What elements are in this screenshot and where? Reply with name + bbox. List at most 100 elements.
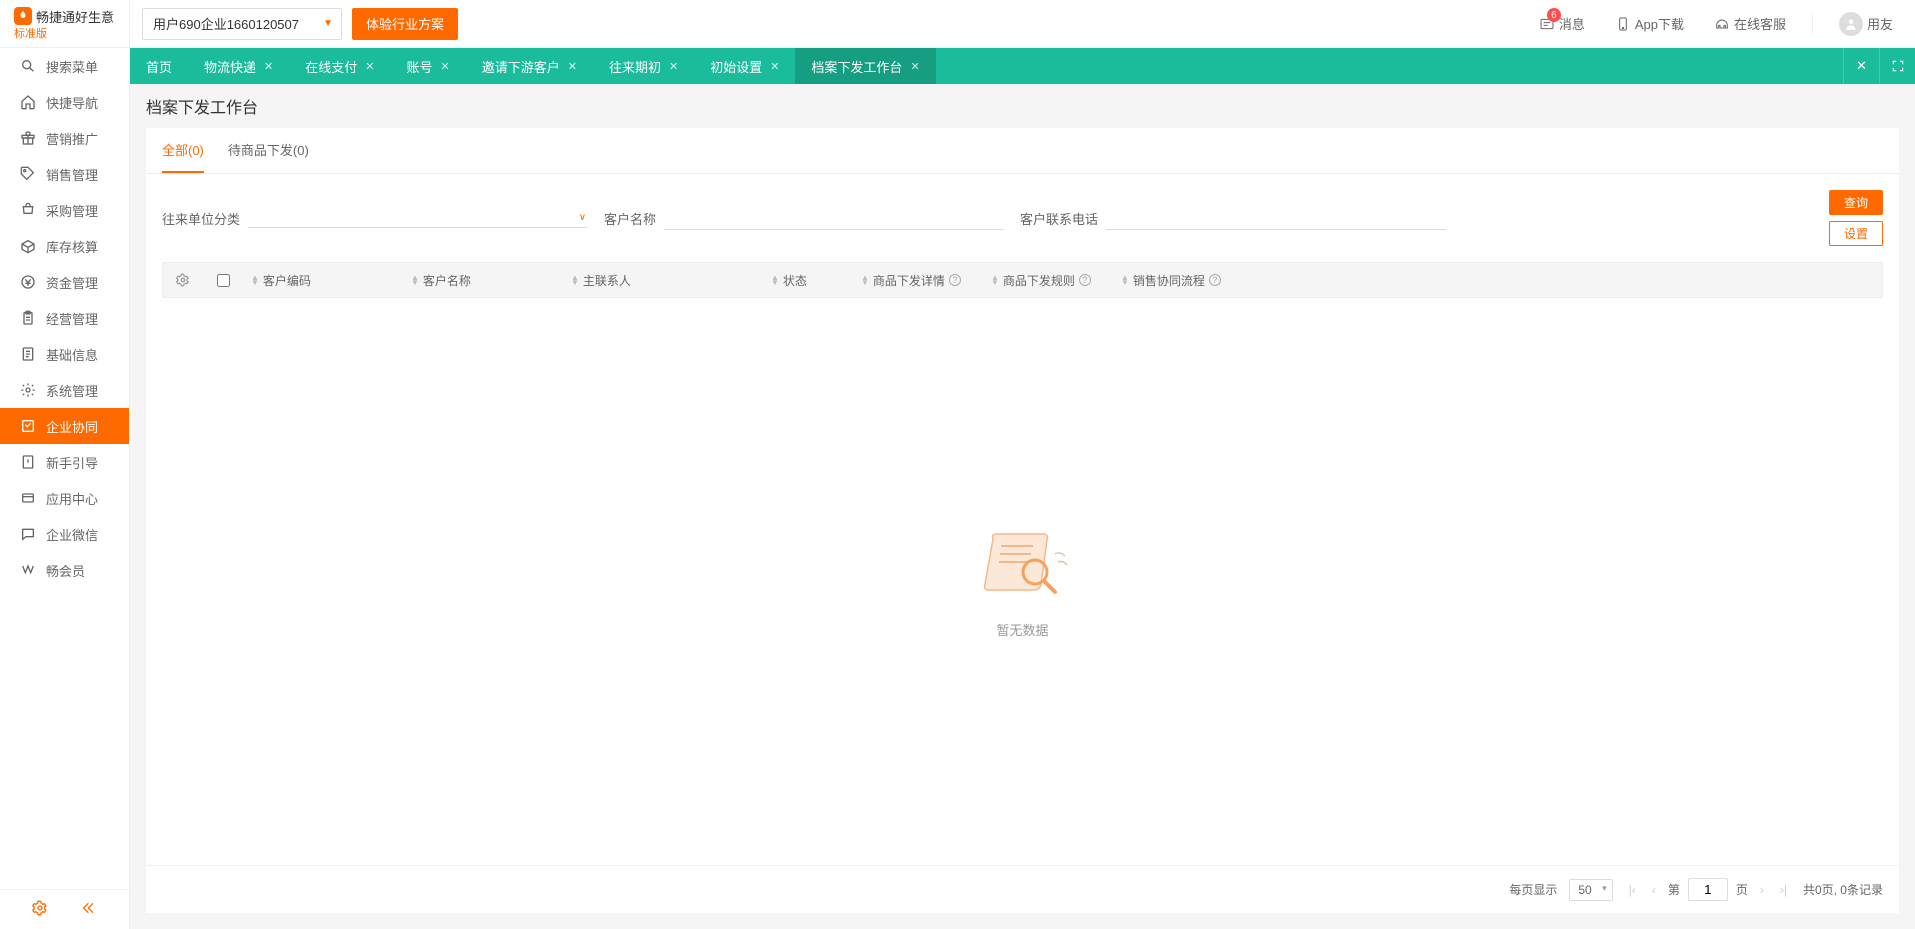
- guide-icon: [20, 454, 36, 470]
- prev-page-button[interactable]: ‹: [1648, 881, 1660, 899]
- sort-icon: ▲▼: [251, 275, 259, 285]
- gear-icon: [20, 382, 36, 398]
- sidebar-item-9[interactable]: 系统管理: [0, 372, 129, 408]
- tab-4[interactable]: 邀请下游客户✕: [466, 48, 593, 84]
- tab-6[interactable]: 初始设置✕: [694, 48, 795, 84]
- column-header-0[interactable]: ▲▼客户编码: [243, 272, 403, 289]
- per-page-select[interactable]: 50: [1569, 879, 1612, 901]
- sidebar-item-11[interactable]: 新手引导: [0, 444, 129, 480]
- page-input[interactable]: [1688, 878, 1728, 901]
- close-icon[interactable]: ✕: [910, 60, 919, 73]
- select-all-checkbox[interactable]: [203, 274, 243, 287]
- close-icon[interactable]: ✕: [568, 60, 577, 73]
- sort-icon: ▲▼: [571, 275, 579, 285]
- category-select[interactable]: ∨: [248, 208, 588, 228]
- sidebar-item-label: 销售管理: [46, 165, 98, 184]
- close-icon[interactable]: ✕: [264, 60, 273, 73]
- sidebar-item-13[interactable]: 企业微信: [0, 516, 129, 552]
- page-title-bar: 档案下发工作台: [130, 84, 1915, 128]
- tab-1[interactable]: 物流快递✕: [188, 48, 289, 84]
- category-field: 往来单位分类 ∨: [162, 208, 588, 228]
- sidebar-item-1[interactable]: 快捷导航: [0, 84, 129, 120]
- sidebar-item-14[interactable]: 畅会员: [0, 552, 129, 588]
- logo-text: 畅捷通好生意: [36, 7, 114, 26]
- sidebar-item-10[interactable]: 企业协同: [0, 408, 129, 444]
- content: 全部(0) 待商品下发(0) 往来单位分类 ∨ 客户名称 客户联系电话: [130, 128, 1915, 929]
- sidebar-item-label: 资金管理: [46, 273, 98, 292]
- column-header-5[interactable]: ▲▼商品下发规则?: [983, 272, 1113, 289]
- close-icon[interactable]: ✕: [669, 60, 678, 73]
- help-icon[interactable]: ?: [1209, 274, 1221, 286]
- tab-3[interactable]: 账号✕: [390, 48, 465, 84]
- first-page-button[interactable]: |‹: [1625, 881, 1640, 899]
- sidebar-item-3[interactable]: 销售管理: [0, 156, 129, 192]
- box-icon: [20, 238, 36, 254]
- sidebar-item-12[interactable]: 应用中心: [0, 480, 129, 516]
- tab-7[interactable]: 档案下发工作台✕: [795, 48, 935, 84]
- column-header-1[interactable]: ▲▼ 客户名称: [403, 272, 563, 289]
- tab-0[interactable]: 首页: [130, 48, 188, 84]
- next-page-button[interactable]: ›: [1756, 881, 1768, 899]
- last-page-button[interactable]: ›|: [1776, 881, 1791, 899]
- sort-icon: ▲▼: [861, 275, 869, 285]
- settings-icon[interactable]: [32, 900, 48, 919]
- online-service-action[interactable]: 在线客服: [1704, 14, 1796, 33]
- column-label: 商品下发详情: [873, 272, 945, 289]
- tab-2[interactable]: 在线支付✕: [289, 48, 390, 84]
- sidebar-item-2[interactable]: 营销推广: [0, 120, 129, 156]
- sort-icon: ▲▼: [1121, 275, 1129, 285]
- tenant-name: 用户690企业1660120507: [153, 14, 299, 33]
- sidebar-item-0[interactable]: 搜索菜单: [0, 48, 129, 84]
- page-title: 档案下发工作台: [146, 94, 258, 118]
- tenant-select[interactable]: 用户690企业1660120507 ▼: [142, 8, 342, 40]
- clipboard-icon: [20, 310, 36, 326]
- collapse-icon[interactable]: [81, 900, 97, 919]
- sidebar-item-6[interactable]: 资金管理: [0, 264, 129, 300]
- column-header-3[interactable]: ▲▼状态: [763, 272, 853, 289]
- phone-field: 客户联系电话: [1020, 206, 1446, 230]
- settings-button[interactable]: 设置: [1829, 221, 1883, 246]
- sidebar-item-5[interactable]: 库存核算: [0, 228, 129, 264]
- tag-icon: [20, 166, 36, 182]
- gift-icon: [20, 130, 36, 146]
- sidebar-item-8[interactable]: 基础信息: [0, 336, 129, 372]
- tab-label: 首页: [146, 57, 172, 76]
- column-header-4[interactable]: ▲▼ 商品下发详情?: [853, 272, 983, 289]
- column-header-6[interactable]: ▲▼销售协同流程?: [1113, 272, 1253, 289]
- filter-tab-1[interactable]: 待商品下发(0): [228, 128, 309, 173]
- search-row: 往来单位分类 ∨ 客户名称 客户联系电话: [146, 174, 1899, 262]
- sidebar-item-7[interactable]: 经营管理: [0, 300, 129, 336]
- messages-action[interactable]: 消息 6: [1529, 14, 1595, 33]
- app-download-action[interactable]: App下载: [1605, 14, 1694, 33]
- table-settings-icon[interactable]: [163, 273, 203, 287]
- phone-input[interactable]: [1106, 206, 1446, 230]
- sort-icon: ▲▼: [411, 275, 419, 285]
- user-menu[interactable]: 用友: [1829, 12, 1903, 36]
- money-icon: [20, 274, 36, 290]
- sidebar-item-label: 企业协同: [46, 417, 98, 436]
- close-icon[interactable]: ✕: [441, 60, 450, 73]
- filter-tab-0[interactable]: 全部(0): [162, 128, 204, 173]
- column-header-2[interactable]: ▲▼ 主联系人: [563, 272, 763, 289]
- trial-button[interactable]: 体验行业方案: [352, 8, 458, 40]
- close-icon[interactable]: ✕: [365, 60, 374, 73]
- query-button[interactable]: 查询: [1829, 190, 1883, 215]
- sidebar-item-label: 应用中心: [46, 489, 98, 508]
- close-icon[interactable]: ✕: [770, 60, 779, 73]
- fullscreen-button[interactable]: [1879, 48, 1915, 84]
- tab-label: 往来期初: [609, 57, 661, 76]
- close-all-tabs-button[interactable]: ✕: [1843, 48, 1879, 84]
- column-label: 主联系人: [583, 272, 631, 289]
- name-input[interactable]: [664, 206, 1004, 230]
- tab-5[interactable]: 往来期初 ✕: [593, 48, 694, 84]
- page-label-post: 页: [1736, 881, 1748, 898]
- table-header: ▲▼客户编码▲▼客户名称▲▼主联系人▲▼状态▲▼商品下发详情?▲▼商品下发规则?…: [162, 262, 1883, 298]
- column-label: 客户名称: [423, 272, 471, 289]
- sidebar-item-label: 企业微信: [46, 525, 98, 544]
- sidebar-item-label: 经营管理: [46, 309, 98, 328]
- sidebar-item-4[interactable]: 采购管理: [0, 192, 129, 228]
- sidebar-item-label: 畅会员: [46, 561, 85, 580]
- help-icon[interactable]: ?: [949, 274, 961, 286]
- per-page-label: 每页显示: [1509, 881, 1557, 898]
- help-icon[interactable]: ?: [1079, 274, 1091, 286]
